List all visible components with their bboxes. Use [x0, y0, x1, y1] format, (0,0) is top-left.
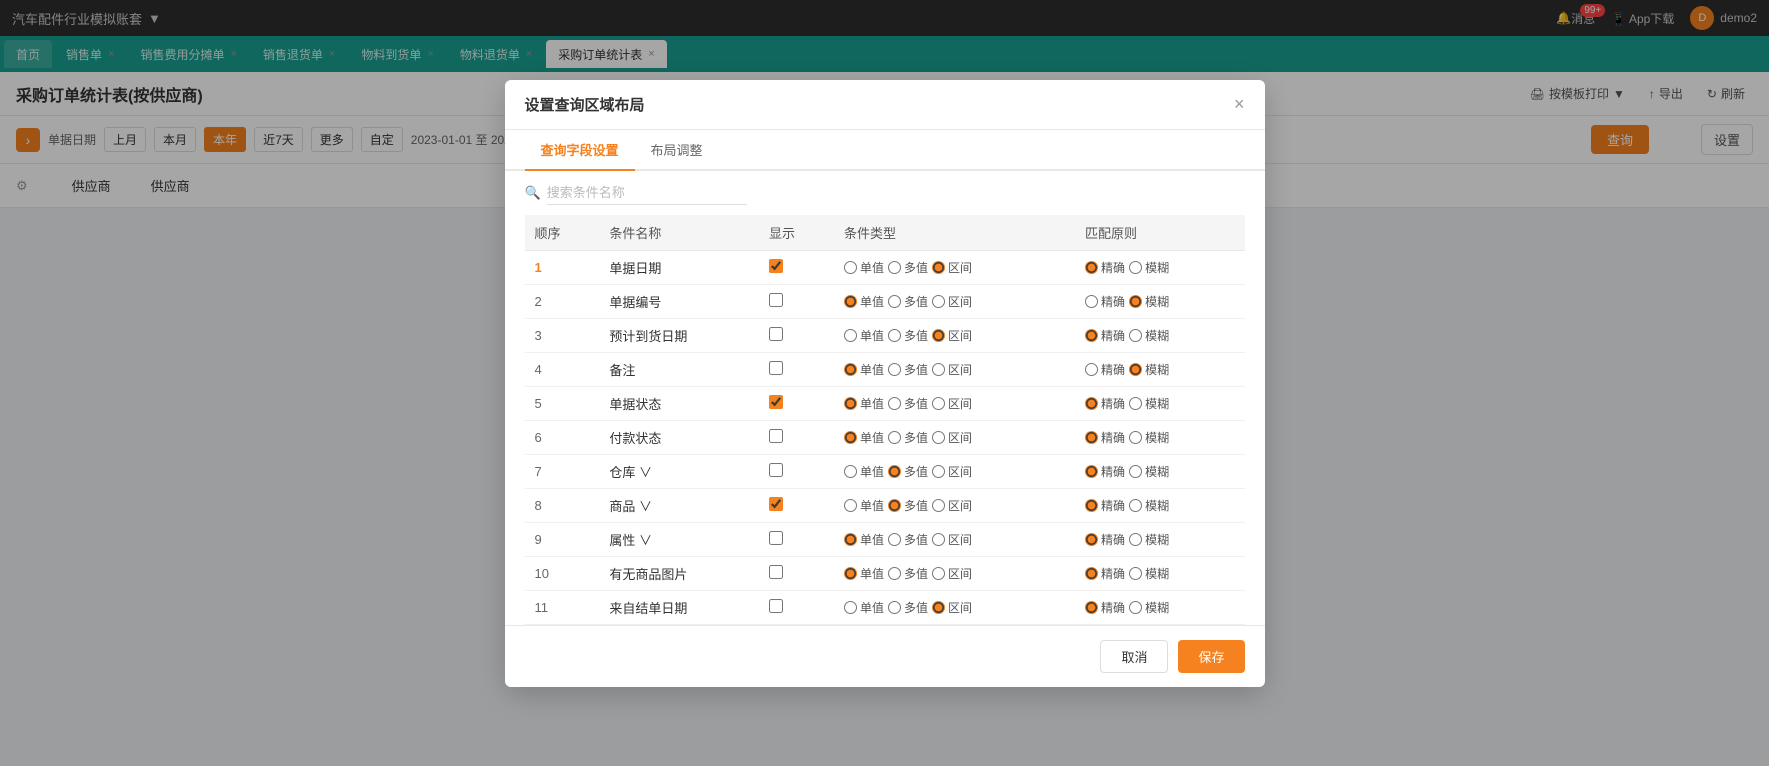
row-match-radio: 精确模糊	[1075, 352, 1244, 386]
row-order: 8	[525, 488, 600, 522]
search-input[interactable]	[547, 181, 747, 205]
row-condition-name: 来自结单日期	[599, 590, 759, 624]
table-row: 4备注 单值多值区间精确模糊	[525, 352, 1245, 386]
row-match-radio: 精确模糊	[1075, 522, 1244, 556]
row-type-radio: 单值多值区间	[834, 420, 1075, 454]
modal-tab-layout[interactable]: 布局调整	[635, 130, 719, 171]
row-show-checkbox[interactable]	[759, 284, 834, 318]
row-order: 10	[525, 556, 600, 590]
row-show-checkbox[interactable]	[759, 318, 834, 352]
row-order: 6	[525, 420, 600, 454]
row-match-radio: 精确模糊	[1075, 488, 1244, 522]
row-condition-name: 备注	[599, 352, 759, 386]
row-type-radio: 单值多值区间	[834, 522, 1075, 556]
modal-close-btn[interactable]: ×	[1234, 95, 1245, 113]
table-row: 6付款状态 单值多值区间精确模糊	[525, 420, 1245, 454]
row-condition-name: 商品 ∨	[599, 488, 759, 522]
col-header-match: 匹配原则	[1075, 215, 1244, 251]
search-icon: 🔍	[525, 185, 541, 201]
col-header-show: 显示	[759, 215, 834, 251]
row-condition-name: 仓库 ∨	[599, 454, 759, 488]
row-order: 7	[525, 454, 600, 488]
col-header-order: 顺序	[525, 215, 600, 251]
col-header-type: 条件类型	[834, 215, 1075, 251]
show-checkbox[interactable]	[769, 429, 783, 443]
table-row: 8商品 ∨ 单值多值区间精确模糊	[525, 488, 1245, 522]
row-order: 2	[525, 284, 600, 318]
row-match-radio: 精确模糊	[1075, 556, 1244, 590]
row-type-radio: 单值多值区间	[834, 318, 1075, 352]
show-checkbox[interactable]	[769, 395, 783, 409]
col-header-name: 条件名称	[599, 215, 759, 251]
table-row: 2单据编号 单值多值区间精确模糊	[525, 284, 1245, 318]
show-checkbox[interactable]	[769, 259, 783, 273]
row-type-radio: 单值多值区间	[834, 454, 1075, 488]
row-condition-name: 单据日期	[599, 250, 759, 284]
modal-tab-query-fields[interactable]: 查询字段设置	[525, 130, 635, 171]
row-match-radio: 精确模糊	[1075, 250, 1244, 284]
row-condition-name: 付款状态	[599, 420, 759, 454]
settings-modal: 设置查询区域布局 × 查询字段设置 布局调整 🔍 顺序 条件名称 显示 条件类型	[505, 80, 1265, 687]
row-match-radio: 精确模糊	[1075, 284, 1244, 318]
table-row: 3预计到货日期 单值多值区间精确模糊	[525, 318, 1245, 352]
table-row: 1单据日期 单值多值区间精确模糊	[525, 250, 1245, 284]
row-match-radio: 精确模糊	[1075, 420, 1244, 454]
show-checkbox[interactable]	[769, 463, 783, 477]
modal-title: 设置查询区域布局	[525, 94, 645, 115]
row-type-radio: 单值多值区间	[834, 352, 1075, 386]
row-order: 1	[525, 250, 600, 284]
modal-header: 设置查询区域布局 ×	[505, 80, 1265, 130]
row-type-radio: 单值多值区间	[834, 488, 1075, 522]
row-show-checkbox[interactable]	[759, 590, 834, 624]
row-show-checkbox[interactable]	[759, 488, 834, 522]
table-row: 5单据状态 单值多值区间精确模糊	[525, 386, 1245, 420]
row-condition-name: 单据状态	[599, 386, 759, 420]
cancel-button[interactable]: 取消	[1100, 640, 1168, 673]
save-button[interactable]: 保存	[1178, 640, 1244, 673]
modal-overlay: 设置查询区域布局 × 查询字段设置 布局调整 🔍 顺序 条件名称 显示 条件类型	[0, 0, 1769, 766]
show-checkbox[interactable]	[769, 497, 783, 511]
row-match-radio: 精确模糊	[1075, 318, 1244, 352]
row-show-checkbox[interactable]	[759, 454, 834, 488]
row-show-checkbox[interactable]	[759, 250, 834, 284]
show-checkbox[interactable]	[769, 293, 783, 307]
row-order: 11	[525, 590, 600, 624]
row-type-radio: 单值多值区间	[834, 284, 1075, 318]
table-row: 10有无商品图片 单值多值区间精确模糊	[525, 556, 1245, 590]
show-checkbox[interactable]	[769, 327, 783, 341]
table-row: 11来自结单日期 单值多值区间精确模糊	[525, 590, 1245, 624]
row-condition-name: 属性 ∨	[599, 522, 759, 556]
row-order: 4	[525, 352, 600, 386]
show-checkbox[interactable]	[769, 599, 783, 613]
settings-table: 顺序 条件名称 显示 条件类型 匹配原则 1单据日期单值多值区间精确模糊2单据编…	[505, 215, 1265, 625]
row-show-checkbox[interactable]	[759, 386, 834, 420]
show-checkbox[interactable]	[769, 565, 783, 579]
row-type-radio: 单值多值区间	[834, 386, 1075, 420]
row-condition-name: 预计到货日期	[599, 318, 759, 352]
modal-search-area: 🔍	[505, 171, 1265, 215]
row-condition-name: 有无商品图片	[599, 556, 759, 590]
row-match-radio: 精确模糊	[1075, 454, 1244, 488]
show-checkbox[interactable]	[769, 361, 783, 375]
row-show-checkbox[interactable]	[759, 522, 834, 556]
row-show-checkbox[interactable]	[759, 556, 834, 590]
row-condition-name: 单据编号	[599, 284, 759, 318]
row-order: 3	[525, 318, 600, 352]
row-match-radio: 精确模糊	[1075, 386, 1244, 420]
modal-footer: 取消 保存	[505, 625, 1265, 687]
table-row: 7仓库 ∨ 单值多值区间精确模糊	[525, 454, 1245, 488]
row-type-radio: 单值多值区间	[834, 590, 1075, 624]
table-row: 9属性 ∨ 单值多值区间精确模糊	[525, 522, 1245, 556]
show-checkbox[interactable]	[769, 531, 783, 545]
row-order: 5	[525, 386, 600, 420]
row-match-radio: 精确模糊	[1075, 590, 1244, 624]
row-type-radio: 单值多值区间	[834, 556, 1075, 590]
modal-tabs: 查询字段设置 布局调整	[505, 130, 1265, 171]
row-order: 9	[525, 522, 600, 556]
row-show-checkbox[interactable]	[759, 420, 834, 454]
row-type-radio: 单值多值区间	[834, 250, 1075, 284]
row-show-checkbox[interactable]	[759, 352, 834, 386]
